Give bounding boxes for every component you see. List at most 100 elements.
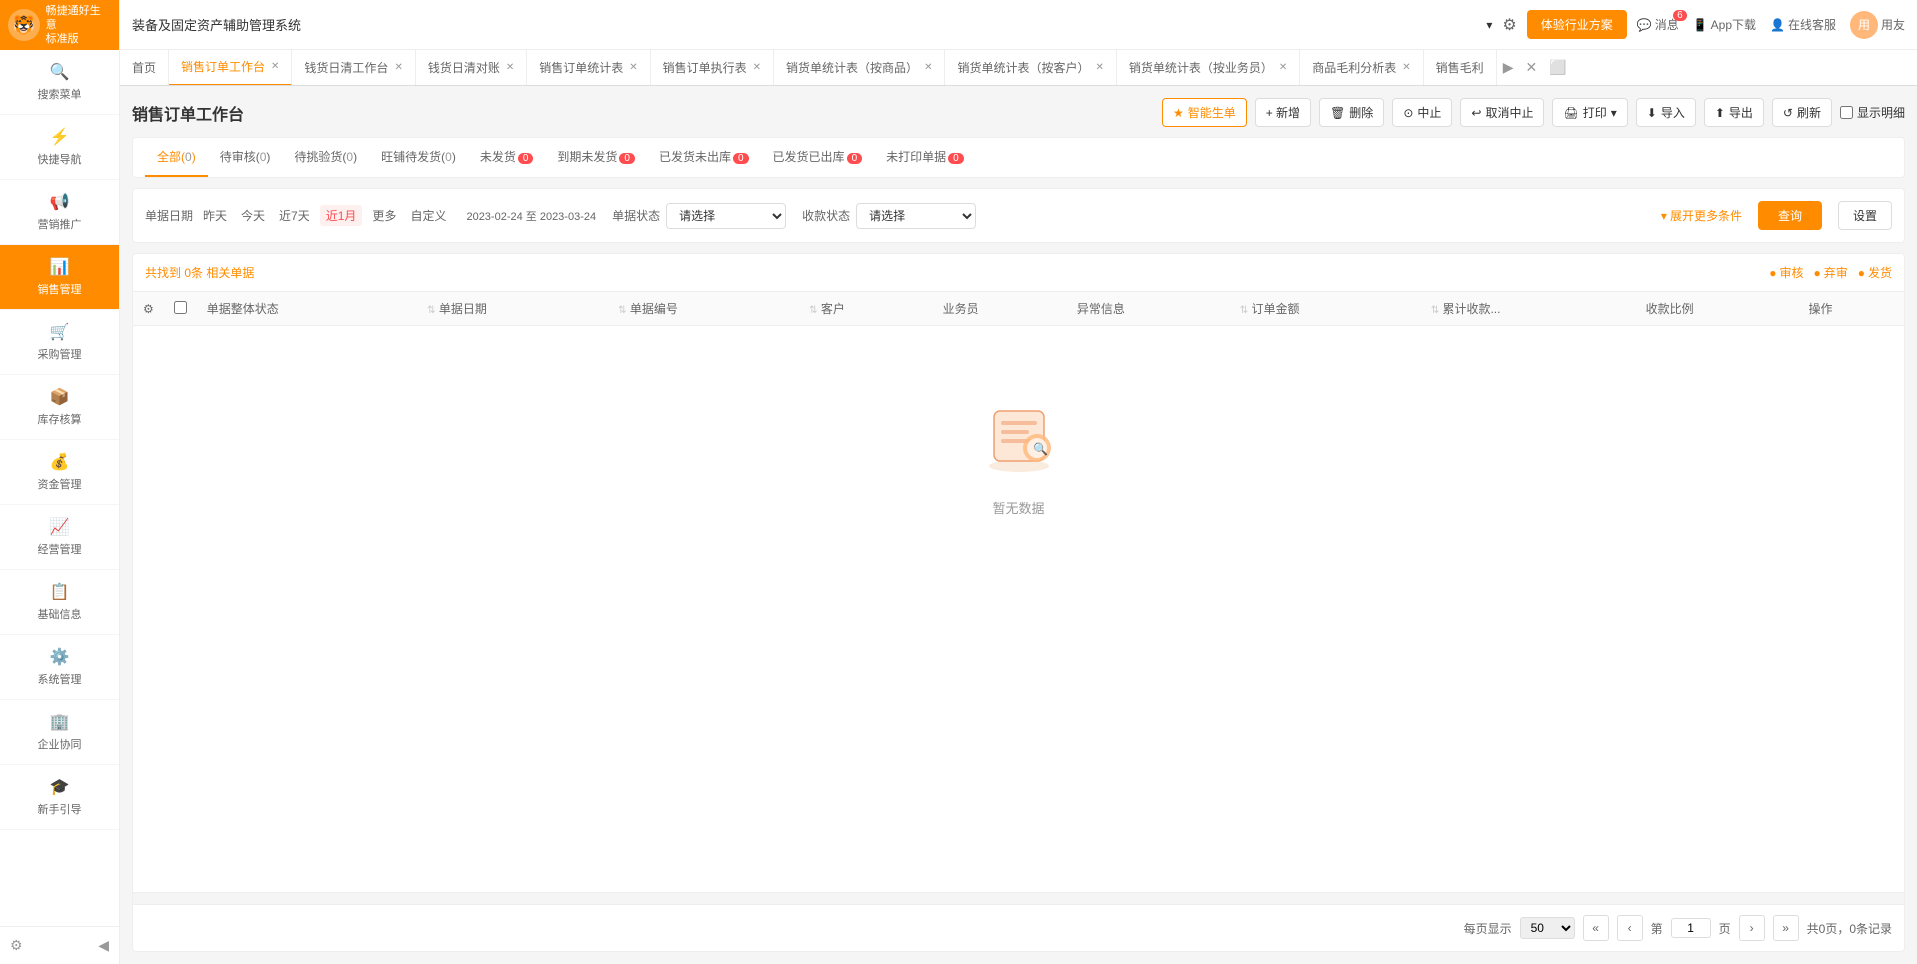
delete-btn[interactable]: 🗑 删除 [1319,98,1384,127]
sidebar-item-basic[interactable]: 📋 基础信息 [0,570,119,635]
page-actions: ★ 智能生单 + 新增 🗑 删除 ⊙ 中止 ↩ 取消中止 🖨 [1162,98,1905,127]
sidebar-item-inventory[interactable]: 📦 库存核算 [0,375,119,440]
subtab-shipped-out[interactable]: 已发货已出库0 [761,138,875,177]
subtab-not-printed[interactable]: 未打印单据0 [874,138,976,177]
sort-icon-amount[interactable]: ⇅ [1240,305,1248,316]
sort-icon-date[interactable]: ⇅ [427,305,435,316]
prev-page-btn[interactable]: ‹ [1617,915,1643,941]
tab-summary-staff[interactable]: 销货单统计表（按业务员） ✕ [1117,50,1300,86]
th-amount: ⇅ 订单金额 [1230,292,1421,326]
sort-icon-number[interactable]: ⇅ [618,305,626,316]
topbar: 装备及固定资产辅助管理系统 ▾ ⚙ 体验行业方案 💬 消息 6 📱 App下载 … [120,0,1917,50]
tab-cashier[interactable]: 钱货日清工作台 ✕ [292,50,415,86]
tab-close-cashier[interactable]: ✕ [394,62,402,73]
tab-sales-profit[interactable]: 销售毛利 [1424,50,1497,86]
topbar-settings-icon[interactable]: ⚙ [1502,15,1516,35]
tabs-maximize[interactable]: ⬜ [1543,59,1572,76]
filter-setting-btn[interactable]: 设置 [1838,201,1892,230]
sidebar-item-enterprise[interactable]: 🏢 企业协同 [0,700,119,765]
tab-close-summary-product[interactable]: ✕ [924,62,932,73]
sidebar-item-finance[interactable]: 💰 资金管理 [0,440,119,505]
page-header: 销售订单工作台 ★ 智能生单 + 新增 🗑 删除 ⊙ 中止 ↩ 取消中止 [132,98,1905,127]
tab-close-sales-stats[interactable]: ✕ [629,62,637,73]
tab-close-profit-analysis[interactable]: ✕ [1402,62,1410,73]
next-page-btn[interactable]: › [1739,915,1765,941]
tab-profit-analysis[interactable]: 商品毛利分析表 ✕ [1300,50,1423,86]
sort-icon-customer[interactable]: ⇅ [809,305,817,316]
sort-icon-collected[interactable]: ⇅ [1431,305,1439,316]
tab-sales-stats[interactable]: 销售订单统计表 ✕ [527,50,650,86]
tab-close-sales-workbench[interactable]: ✕ [271,61,279,72]
tab-close-cashier-reconcile[interactable]: ✕ [506,62,514,73]
subtab-pending-review[interactable]: 待审核(0) [208,138,283,177]
date-7days[interactable]: 近7天 [275,205,314,226]
stop-btn[interactable]: ⊙ 中止 [1392,98,1452,127]
show-detail-checkbox[interactable]: 显示明细 [1840,104,1905,121]
print-btn[interactable]: 🖨 打印 ▾ [1552,98,1627,127]
smart-gen-btn[interactable]: ★ 智能生单 [1162,98,1247,127]
system-dropdown[interactable]: ▾ [1486,18,1492,32]
cancel-stop-btn[interactable]: ↩ 取消中止 [1460,98,1544,127]
online-service-btn[interactable]: 👤 在线客服 [1770,16,1836,33]
last-page-btn[interactable]: » [1773,915,1799,941]
sidebar-item-marketing[interactable]: 📢 营销推广 [0,180,119,245]
operation-icon: 📈 [50,517,70,537]
subtab-wangpu[interactable]: 旺铺待发货(0) [369,138,468,177]
basic-icon: 📋 [50,582,70,602]
review-btn[interactable]: ● 审核 [1769,264,1803,281]
tabs-scroll-right[interactable]: ▶ [1497,59,1520,76]
sidebar-item-sales[interactable]: 📊 销售管理 [0,245,119,310]
collapse-btn[interactable]: ◀ [98,937,109,954]
date-today[interactable]: 今天 [237,205,269,226]
sidebar-item-guide[interactable]: 🎓 新手引导 [0,765,119,830]
date-custom[interactable]: 自定义 [406,205,450,226]
per-page-label: 每页显示 [1464,920,1512,937]
add-btn[interactable]: + 新增 [1255,98,1311,127]
tab-summary-customer[interactable]: 销货单统计表（按客户） ✕ [945,50,1116,86]
date-yesterday[interactable]: 昨天 [199,205,231,226]
settings-btn[interactable]: ⚙ [10,937,23,954]
subtab-all[interactable]: 全部(0) [145,138,208,177]
sidebar-item-system[interactable]: ⚙️ 系统管理 [0,635,119,700]
import-btn[interactable]: ⬇ 导入 [1636,98,1696,127]
select-all-checkbox[interactable] [174,301,187,314]
subtab-overdue[interactable]: 到期未发货0 [545,138,647,177]
tab-close-summary-customer[interactable]: ✕ [1095,62,1103,73]
query-btn[interactable]: 查询 [1758,201,1822,230]
ship-btn[interactable]: ● 发货 [1858,264,1892,281]
tab-sales-exec[interactable]: 销售订单执行表 ✕ [651,50,774,86]
sidebar-item-quick[interactable]: ⚡ 快捷导航 [0,115,119,180]
sidebar-item-operation[interactable]: 📈 经营管理 [0,505,119,570]
settings-col-icon[interactable]: ⚙ [143,302,154,316]
user-menu-btn[interactable]: 用 用友 [1850,11,1905,39]
filter-expand-btn[interactable]: ▾ 展开更多条件 [1661,207,1742,224]
status-select[interactable]: 请选择 [666,203,786,229]
refresh-btn[interactable]: ↺ 刷新 [1772,98,1832,127]
per-page-select[interactable]: 50 10 20 100 [1520,917,1575,939]
horizontal-scrollbar[interactable] [133,892,1904,904]
subtab-not-shipped[interactable]: 未发货0 [468,138,546,177]
tabs-close-all[interactable]: ✕ [1519,59,1543,76]
date-1month[interactable]: 近1月 [320,205,363,226]
tab-home[interactable]: 首页 [120,50,169,86]
tab-summary-product[interactable]: 销货单统计表（按商品） ✕ [774,50,945,86]
th-collected: ⇅ 累计收款... [1421,292,1636,326]
message-btn[interactable]: 💬 消息 6 [1637,16,1679,33]
tab-sales-workbench[interactable]: 销售订单工作台 ✕ [169,50,292,86]
page-input[interactable] [1671,918,1711,938]
anti-review-btn[interactable]: ● 弃审 [1813,264,1847,281]
date-more[interactable]: 更多 [368,205,400,226]
sidebar-item-search[interactable]: 🔍 搜索菜单 [0,50,119,115]
subtab-shipped-not-out[interactable]: 已发货未出库0 [647,138,761,177]
export-btn[interactable]: ⬆ 导出 [1704,98,1764,127]
sidebar-item-purchase[interactable]: 🛒 采购管理 [0,310,119,375]
show-detail-input[interactable] [1840,106,1853,119]
tab-close-summary-staff[interactable]: ✕ [1279,62,1287,73]
first-page-btn[interactable]: « [1583,915,1609,941]
payment-select[interactable]: 请选择 [856,203,976,229]
subtab-pending-inspect[interactable]: 待挑验货(0) [282,138,369,177]
app-download-btn[interactable]: 📱 App下载 [1693,16,1756,33]
tab-cashier-reconcile[interactable]: 钱货日清对账 ✕ [416,50,527,86]
tab-close-sales-exec[interactable]: ✕ [753,62,761,73]
industry-btn[interactable]: 体验行业方案 [1527,10,1627,39]
